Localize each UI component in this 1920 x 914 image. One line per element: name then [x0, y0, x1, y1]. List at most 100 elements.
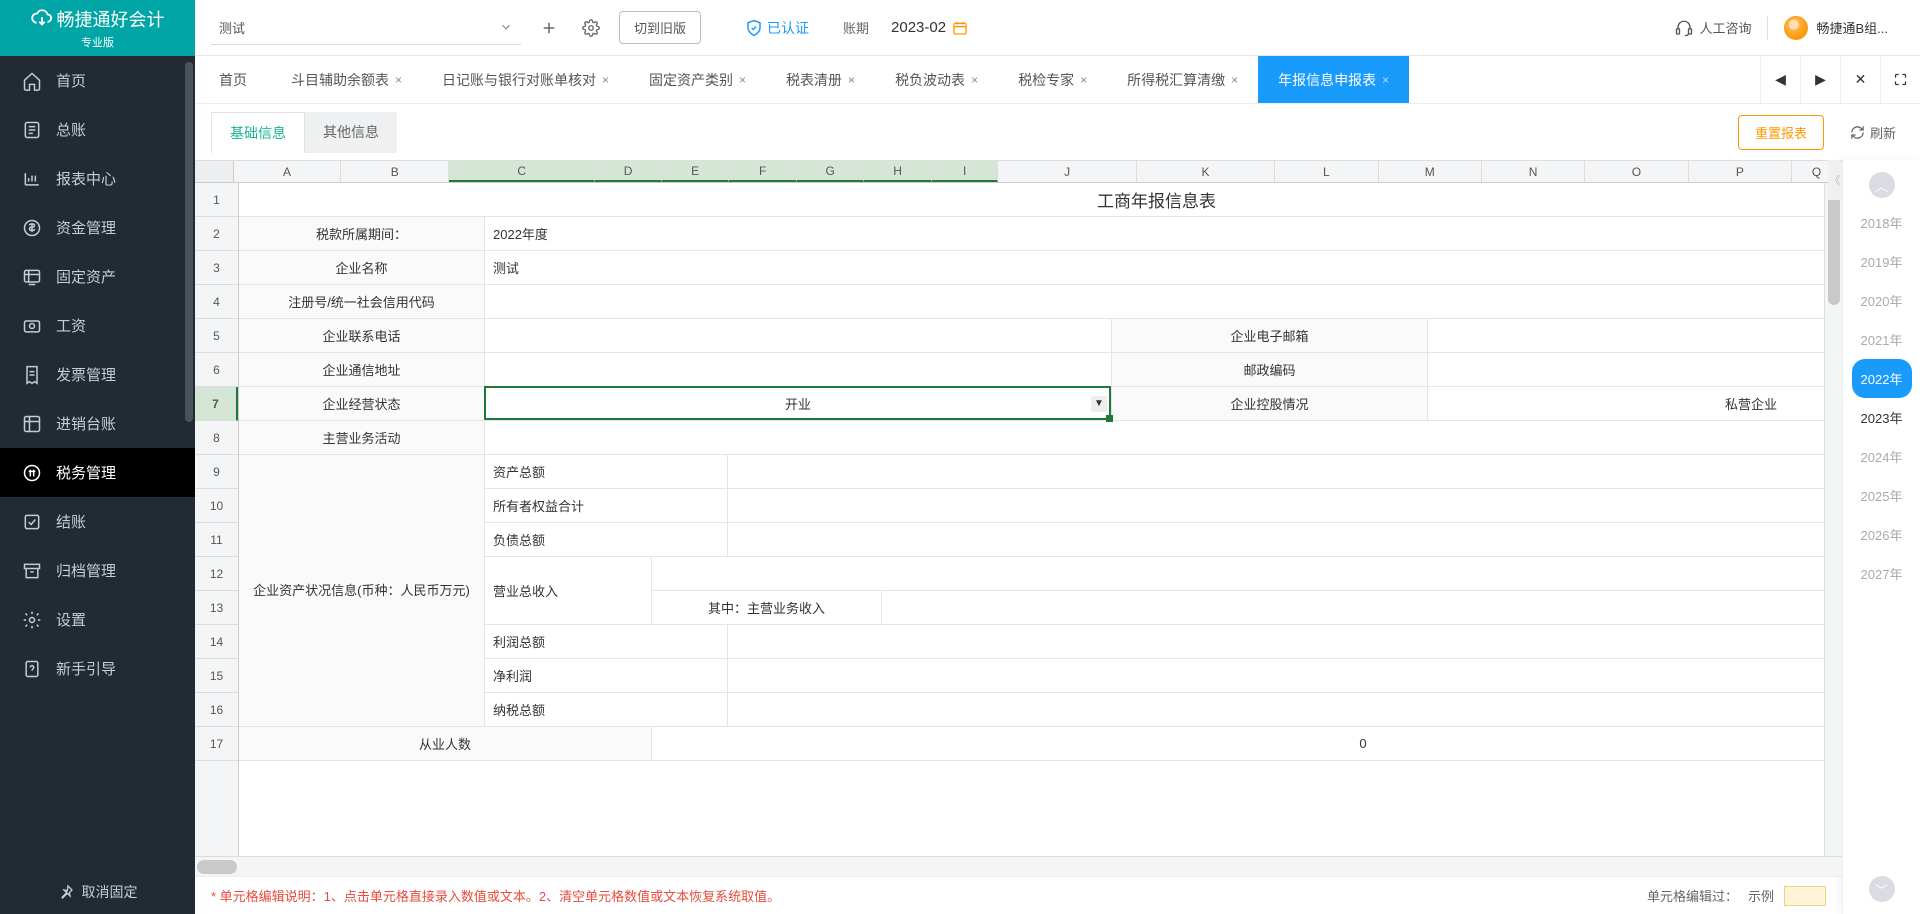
cell-r17-c0[interactable]: 从业人数 [239, 727, 652, 761]
sidebar-item-settings[interactable]: 设置 [0, 595, 195, 644]
sidebar-item-archive[interactable]: 归档管理 [0, 546, 195, 595]
col-header-J[interactable]: J [998, 161, 1136, 182]
cell-r8-c2[interactable] [485, 421, 1842, 455]
tab-5[interactable]: 税检专家 × [998, 56, 1107, 103]
cell-r5-c2[interactable] [485, 319, 1112, 353]
row-header-3[interactable]: 3 [195, 251, 238, 285]
col-header-L[interactable]: L [1275, 161, 1378, 182]
col-header-M[interactable]: M [1379, 161, 1482, 182]
year-2025年[interactable]: 2025年 [1852, 476, 1912, 515]
corner-cell[interactable] [195, 161, 234, 182]
cell-r14-c2[interactable]: 利润总额 [485, 625, 728, 659]
tab-2[interactable]: 固定资产类别 × [629, 56, 766, 103]
cell-r1-c0[interactable]: 工商年报信息表 [239, 183, 1842, 217]
cell-asset-info-label[interactable]: 企业资产状况信息(币种：人民币万元) [239, 455, 485, 727]
cell-r17-c3[interactable]: 0 [652, 727, 1842, 761]
cell-r5-c11[interactable] [1428, 319, 1842, 353]
year-down[interactable]: ﹀ [1869, 876, 1895, 902]
tab-close[interactable]: × [395, 73, 402, 87]
row-header-4[interactable]: 4 [195, 285, 238, 319]
settings-button[interactable] [577, 14, 605, 42]
row-header-9[interactable]: 9 [195, 455, 238, 489]
year-2024年[interactable]: 2024年 [1852, 437, 1912, 476]
unpin-button[interactable]: 取消固定 [0, 870, 195, 914]
cell-r12-c2[interactable]: 营业总收入 [485, 557, 652, 625]
tab-close[interactable]: × [848, 73, 855, 87]
cell-r7-c0[interactable]: 企业经营状态 [239, 387, 485, 421]
col-header-O[interactable]: O [1585, 161, 1688, 182]
grid-cells[interactable]: 工商年报信息表税款所属期间：2022年度企业名称测试注册号/统一社会信用代码企业… [239, 183, 1824, 856]
col-header-B[interactable]: B [341, 161, 449, 182]
year-2020年[interactable]: 2020年 [1852, 281, 1912, 320]
cell-r11-c2[interactable]: 负债总额 [485, 523, 728, 557]
sidebar-item-guide[interactable]: 新手引导 [0, 644, 195, 693]
year-2019年[interactable]: 2019年 [1852, 242, 1912, 281]
tab-0[interactable]: 斗目辅助余额表 × [271, 56, 422, 103]
tab-close[interactable]: × [1080, 73, 1087, 87]
cell-r13-c3[interactable]: 其中：主营业务收入 [652, 591, 882, 625]
cell-r5-c0[interactable]: 企业联系电话 [239, 319, 485, 353]
row-header-8[interactable]: 8 [195, 421, 238, 455]
col-header-C[interactable]: C [449, 161, 595, 182]
year-2026年[interactable]: 2026年 [1852, 515, 1912, 554]
sidebar-item-invoice[interactable]: 发票管理 [0, 350, 195, 399]
sidebar-item-close[interactable]: 结账 [0, 497, 195, 546]
tab-home[interactable]: 首页 [195, 56, 271, 103]
fullscreen-button[interactable] [1880, 56, 1920, 104]
sidebar-item-tax[interactable]: 税务管理 [0, 448, 195, 497]
add-button[interactable] [535, 14, 563, 42]
user-menu[interactable]: 畅捷通B组... [1784, 16, 1888, 40]
col-header-I[interactable]: I [932, 161, 999, 182]
tab-close[interactable]: × [1382, 73, 1389, 87]
row-header-1[interactable]: 1 [195, 183, 238, 217]
sidebar-item-report[interactable]: 报表中心 [0, 154, 195, 203]
tab-scroll-left[interactable]: ◀ [1760, 56, 1800, 104]
cell-r9-c2[interactable]: 资产总额 [485, 455, 728, 489]
row-header-17[interactable]: 17 [195, 727, 238, 761]
row-header-11[interactable]: 11 [195, 523, 238, 557]
cell-r16-c2[interactable]: 纳税总额 [485, 693, 728, 727]
cell-r3-c0[interactable]: 企业名称 [239, 251, 485, 285]
cell-r2-c2[interactable]: 2022年度 [485, 217, 1842, 251]
sidebar-item-home[interactable]: 首页 [0, 56, 195, 105]
refresh-button[interactable]: 刷新 [1850, 123, 1896, 142]
cell-r2-c0[interactable]: 税款所属期间： [239, 217, 485, 251]
tab-close-all[interactable]: ✕ [1840, 56, 1880, 104]
cell-r8-c0[interactable]: 主营业务活动 [239, 421, 485, 455]
cell-r4-c2[interactable] [485, 285, 1842, 319]
cell-r15-c2[interactable]: 净利润 [485, 659, 728, 693]
year-2021年[interactable]: 2021年 [1852, 320, 1912, 359]
row-header-15[interactable]: 15 [195, 659, 238, 693]
year-2018年[interactable]: 2018年 [1852, 203, 1912, 242]
sidebar-scrollbar[interactable] [185, 56, 193, 914]
account-select[interactable]: 测试 [211, 11, 521, 45]
period-picker[interactable]: 2023-02 [891, 19, 968, 36]
col-header-G[interactable]: G [797, 161, 864, 182]
row-headers[interactable]: 1234567891011121314151617 [195, 183, 239, 856]
row-header-7[interactable]: 7 [195, 387, 238, 421]
cell-r15-c4[interactable] [728, 659, 1842, 693]
year-panel-toggle[interactable]: 《 [1828, 160, 1842, 200]
switch-old-button[interactable]: 切到旧版 [619, 11, 701, 44]
tab-close[interactable]: × [1231, 73, 1238, 87]
year-2023年[interactable]: 2023年 [1852, 398, 1912, 437]
consult-button[interactable]: 人工咨询 [1675, 18, 1751, 37]
col-header-A[interactable]: A [234, 161, 342, 182]
tab-close[interactable]: × [971, 73, 978, 87]
cell-r14-c4[interactable] [728, 625, 1842, 659]
col-header-P[interactable]: P [1689, 161, 1792, 182]
cell-r6-c0[interactable]: 企业通信地址 [239, 353, 485, 387]
row-header-10[interactable]: 10 [195, 489, 238, 523]
row-header-12[interactable]: 12 [195, 557, 238, 591]
row-header-6[interactable]: 6 [195, 353, 238, 387]
cell-r7-c9[interactable]: 企业控股情况 [1112, 387, 1428, 421]
row-header-16[interactable]: 16 [195, 693, 238, 727]
col-header-N[interactable]: N [1482, 161, 1585, 182]
row-header-2[interactable]: 2 [195, 217, 238, 251]
column-headers[interactable]: ABCDEFGHIJKLMNOPQ [195, 161, 1842, 183]
sub-tab-0[interactable]: 基础信息 [211, 112, 305, 153]
cell-r5-c9[interactable]: 企业电子邮箱 [1112, 319, 1428, 353]
sidebar-item-ledger[interactable]: 总账 [0, 105, 195, 154]
year-2022年[interactable]: 2022年 [1852, 359, 1912, 398]
dropdown-arrow-icon[interactable]: ▼ [1091, 396, 1107, 412]
